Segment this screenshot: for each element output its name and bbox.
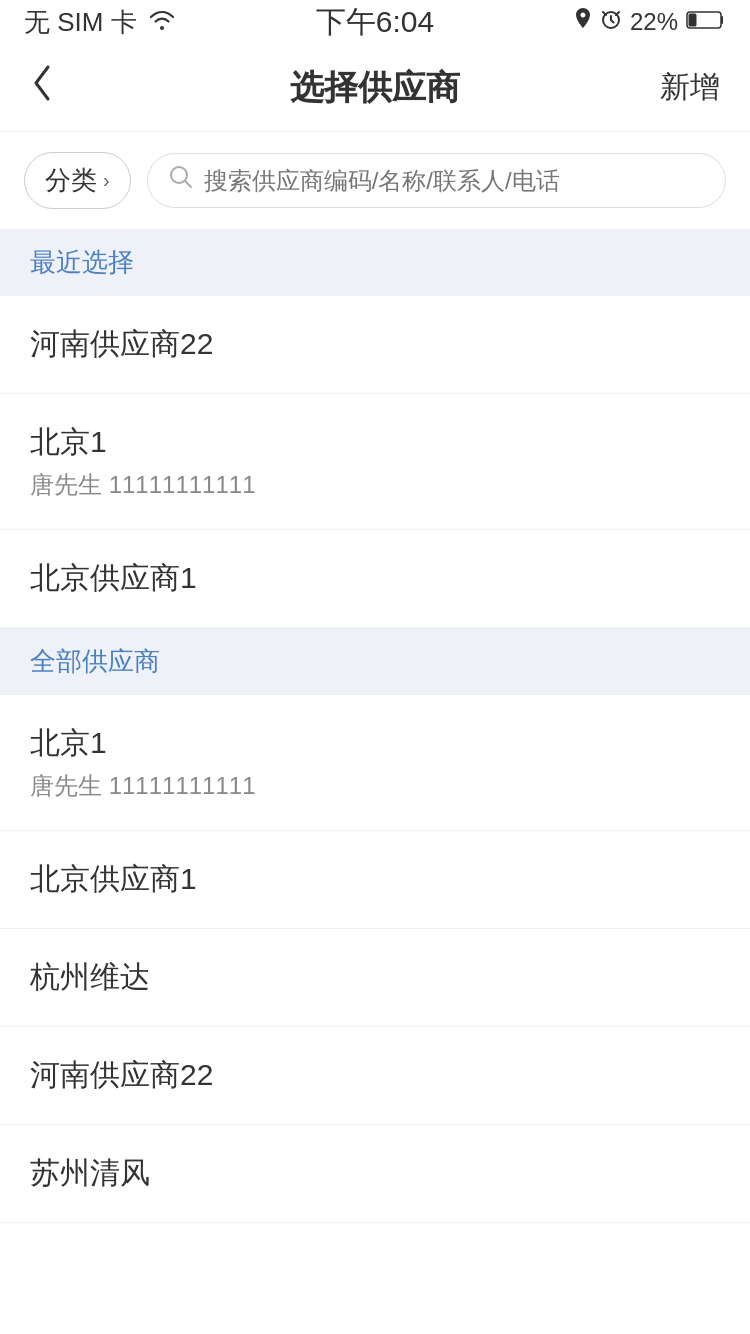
item-name: 河南供应商22: [30, 324, 720, 365]
back-button[interactable]: [30, 63, 90, 112]
search-box[interactable]: [147, 153, 726, 208]
item-name: 北京1: [30, 723, 720, 764]
all-items-list: 北京1 唐先生 11111111111 北京供应商1 杭州维达河南供应商22 苏州清风: [0, 695, 750, 1223]
alarm-icon: [600, 8, 622, 36]
page-title: 选择供应商: [290, 65, 460, 111]
category-button[interactable]: 分类 ›: [24, 152, 131, 209]
item-detail: 唐先生 11111111111: [30, 469, 720, 501]
list-item[interactable]: 河南供应商22: [0, 296, 750, 394]
search-icon: [168, 164, 194, 197]
item-name: 河南供应商22: [30, 1055, 720, 1096]
recent-items-list: 河南供应商22 北京1 唐先生 11111111111 北京供应商1: [0, 296, 750, 628]
all-section-label: 全部供应商: [30, 646, 160, 676]
filter-bar: 分类 ›: [0, 132, 750, 229]
wifi-icon: [147, 7, 177, 38]
list-item[interactable]: 苏州清风: [0, 1125, 750, 1223]
list-item[interactable]: 北京1 唐先生 11111111111: [0, 695, 750, 831]
list-item[interactable]: 北京1 唐先生 11111111111: [0, 394, 750, 530]
item-name: 苏州清风: [30, 1153, 720, 1194]
all-section-header: 全部供应商: [0, 628, 750, 695]
carrier-text: 无 SIM 卡: [24, 5, 137, 40]
location-icon: [574, 8, 592, 36]
new-button[interactable]: 新增: [660, 67, 720, 108]
battery-icon: [686, 8, 726, 36]
battery-text: 22%: [630, 8, 678, 36]
list-item[interactable]: 杭州维达: [0, 929, 750, 1027]
status-time: 下午6:04: [316, 2, 434, 43]
item-name: 北京供应商1: [30, 558, 720, 599]
item-name: 杭州维达: [30, 957, 720, 998]
recent-section-header: 最近选择: [0, 229, 750, 296]
nav-bar: 选择供应商 新增: [0, 44, 750, 132]
list-item[interactable]: 河南供应商22: [0, 1027, 750, 1125]
search-input[interactable]: [204, 167, 705, 195]
status-bar: 无 SIM 卡 下午6:04 22%: [0, 0, 750, 44]
list-item[interactable]: 北京供应商1: [0, 530, 750, 628]
item-name: 北京1: [30, 422, 720, 463]
recent-section-label: 最近选择: [30, 247, 134, 277]
category-label: 分类: [45, 163, 97, 198]
status-right: 22%: [574, 8, 726, 36]
svg-rect-2: [689, 14, 697, 27]
chevron-icon: ›: [103, 169, 110, 192]
list-item[interactable]: 北京供应商1: [0, 831, 750, 929]
item-detail: 唐先生 11111111111: [30, 770, 720, 802]
status-left: 无 SIM 卡: [24, 5, 177, 40]
item-name: 北京供应商1: [30, 859, 720, 900]
